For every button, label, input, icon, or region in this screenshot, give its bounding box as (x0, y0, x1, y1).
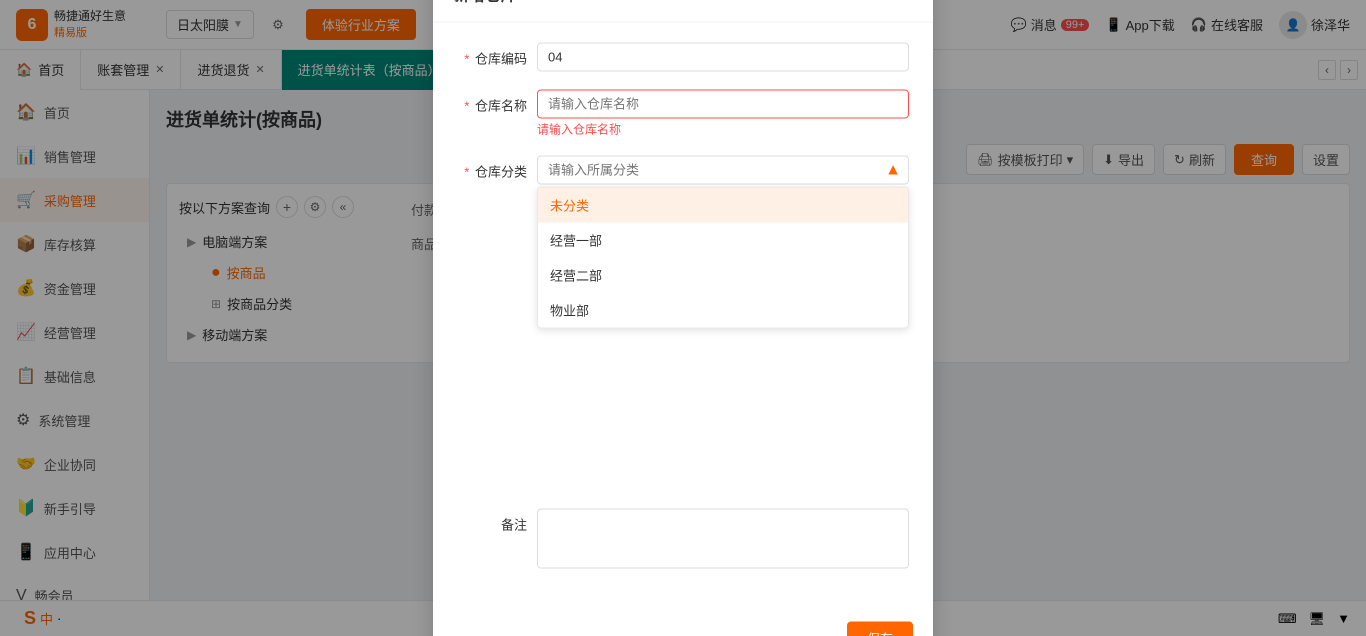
category-input-wrapper: ▲ (537, 156, 909, 185)
modal-header: 新增仓库 ✕ (433, 0, 933, 23)
warehouse-name-input[interactable] (537, 90, 909, 119)
new-warehouse-modal: 新增仓库 ✕ * 仓库编码 * 仓库名称 请输入仓库名称 (433, 0, 933, 636)
form-row-notes: 备注 (457, 509, 909, 572)
name-label: * 仓库名称 (457, 90, 537, 115)
dropdown-item-dept1[interactable]: 经营一部 (538, 223, 908, 258)
form-row-code: * 仓库编码 (457, 43, 909, 72)
category-input[interactable] (537, 156, 909, 185)
modal-close-button[interactable]: ✕ (898, 0, 913, 3)
dropdown-item-dept2[interactable]: 经营二部 (538, 258, 908, 293)
category-label: * 仓库分类 (457, 156, 537, 181)
modal-title: 新增仓库 (453, 0, 517, 6)
notes-textarea[interactable] (537, 509, 909, 569)
form-row-name: * 仓库名称 请输入仓库名称 (457, 90, 909, 138)
modal-body: * 仓库编码 * 仓库名称 请输入仓库名称 * 仓库分类 (433, 23, 933, 610)
warehouse-code-input[interactable] (537, 43, 909, 72)
required-mark-code: * (464, 52, 469, 67)
required-mark-name: * (464, 99, 469, 114)
required-mark-category: * (464, 165, 469, 180)
notes-label: 备注 (457, 509, 537, 534)
category-dropdown: 未分类 经营一部 经营二部 物业部 (537, 187, 909, 329)
notes-control (537, 509, 909, 572)
modal-footer: 保存 (433, 610, 933, 636)
form-row-category: * 仓库分类 ▲ 未分类 经营一部 经营二部 物业部 (457, 156, 909, 329)
dropdown-item-uncategorized[interactable]: 未分类 (538, 188, 908, 223)
chevron-up-icon[interactable]: ▲ (885, 161, 901, 179)
dropdown-item-dept3[interactable]: 物业部 (538, 293, 908, 328)
name-control: 请输入仓库名称 (537, 90, 909, 138)
code-control (537, 43, 909, 72)
save-button[interactable]: 保存 (847, 622, 913, 636)
code-label: * 仓库编码 (457, 43, 537, 68)
category-control: ▲ 未分类 经营一部 经营二部 物业部 (537, 156, 909, 329)
name-error-message: 请输入仓库名称 (537, 121, 909, 138)
